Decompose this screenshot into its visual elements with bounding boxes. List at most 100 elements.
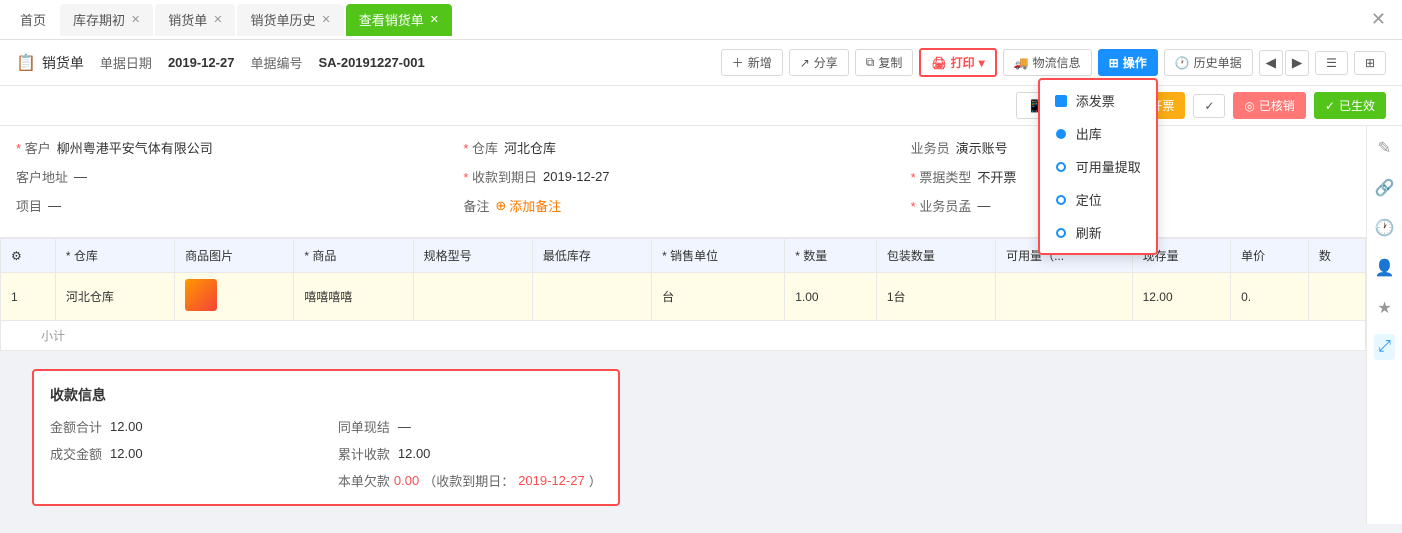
tab-bar: 首页 库存期初 ✕ 销货单 ✕ 销货单历史 ✕ 查看销货单 ✕ ✕ — [0, 0, 1402, 40]
close-tab-inventory[interactable]: ✕ — [131, 13, 140, 26]
form-area: * 客户 柳州粤港平安气体有限公司 * 仓库 河北仓库 业务员 演示账号 客户地… — [0, 126, 1366, 238]
row-available — [996, 273, 1133, 321]
add-note-button[interactable]: ⊕ 添加备注 — [495, 196, 561, 215]
tab-sales-history[interactable]: 销货单历史 ✕ — [237, 4, 343, 36]
col-qty: * 数量 — [785, 239, 877, 273]
view-toggle-list[interactable]: ☰ — [1315, 51, 1348, 75]
product-table: ⚙ * 仓库 商品图片 * 商品 规格型号 最低库存 * 销售单位 * 数量 包… — [0, 238, 1366, 351]
square-icon — [1054, 94, 1068, 108]
cancel-circle-icon: ◎ — [1244, 99, 1254, 113]
main-content: * 客户 柳州粤港平安气体有限公司 * 仓库 河北仓库 业务员 演示账号 客户地… — [0, 126, 1402, 524]
payment-cumulative-row: 累计收款 12.00 — [338, 444, 602, 463]
effective-check-icon: ✓ — [1325, 99, 1335, 113]
owed-value: 0.00 — [394, 473, 419, 488]
doc-title: 📋 销货单 — [16, 53, 84, 73]
doc-title-text: 销货单 — [42, 53, 84, 73]
tab-inventory-init[interactable]: 库存期初 ✕ — [60, 4, 153, 36]
payment-area: 收款信息 金额合计 12.00 同单现结 — 成交金额 12.00 — [0, 351, 1366, 524]
sidebar-icon-link[interactable]: 🔗 — [1371, 174, 1399, 202]
col-min-stock: 最低库存 — [532, 239, 651, 273]
ops-button[interactable]: ⊞ 操作 — [1098, 49, 1158, 76]
menu-locate[interactable]: 定位 — [1040, 183, 1156, 216]
sidebar-icon-user[interactable]: 👤 — [1371, 254, 1399, 282]
table-row: 1 河北仓库 嘻嘻嘻嘻 台 1.00 1台 12 — [1, 273, 1366, 321]
payment-deal-row: 成交金额 12.00 — [50, 444, 314, 463]
deal-label: 成交金额 — [50, 444, 102, 463]
view-toggle-grid[interactable]: ⊞ — [1354, 51, 1386, 75]
number-value: SA-20191227-001 — [318, 55, 424, 70]
next-button[interactable]: ▶ — [1285, 50, 1309, 76]
tab-view-sales[interactable]: 查看销货单 ✕ — [346, 4, 452, 36]
address-field: 客户地址 — — [16, 167, 455, 186]
print-button[interactable]: 🖨 打印 ▾ — [919, 48, 996, 77]
row-spec — [413, 273, 532, 321]
deal-value: 12.00 — [110, 446, 143, 461]
content-area: * 客户 柳州粤港平安气体有限公司 * 仓库 河北仓库 业务员 演示账号 客户地… — [0, 126, 1366, 524]
toolbar-row: 📱 来自手机 未开票 ✓ ◎ 已核销 ✓ 已生效 — [0, 86, 1402, 126]
already-effective-button[interactable]: ✓ 已生效 — [1314, 92, 1386, 119]
warehouse-value: 河北仓库 — [504, 138, 556, 157]
circle-outline-icon-1 — [1054, 160, 1068, 174]
close-tab-history[interactable]: ✕ — [322, 13, 331, 26]
total-value: 12.00 — [110, 419, 143, 434]
prev-button[interactable]: ◀ — [1259, 50, 1283, 76]
window-close-button[interactable]: ✕ — [1363, 9, 1394, 30]
sidebar-icon-edit[interactable]: ✎ — [1374, 134, 1395, 162]
menu-refresh[interactable]: 刷新 — [1040, 216, 1156, 249]
col-img: 商品图片 — [175, 239, 294, 273]
staff-value: 演示账号 — [956, 138, 1008, 157]
sidebar-icon-clock[interactable]: 🕐 — [1371, 214, 1399, 242]
same-order-label: 同单现结 — [338, 417, 390, 436]
check-icon: ✓ — [1204, 99, 1214, 113]
tab-sales-order[interactable]: 销货单 ✕ — [155, 4, 235, 36]
sidebar-icon-expand[interactable]: ⤢ — [1374, 334, 1395, 360]
grid-icon: ⊞ — [1109, 56, 1119, 70]
row-qty: 1.00 — [785, 273, 877, 321]
circle-solid-icon — [1054, 127, 1068, 141]
doc-icon: 📋 — [16, 53, 36, 73]
copy-button[interactable]: ⧉ 复制 — [855, 49, 914, 76]
history-button[interactable]: 🕐 历史单据 — [1164, 49, 1253, 76]
tab-home[interactable]: 首页 — [8, 10, 58, 29]
payment-date-value: 2019-12-27 — [543, 169, 610, 184]
menu-available-qty[interactable]: 可用量提取 — [1040, 150, 1156, 183]
close-tab-sales[interactable]: ✕ — [213, 13, 222, 26]
settings-icon: ⚙ — [11, 249, 22, 263]
col-spec: 规格型号 — [413, 239, 532, 273]
menu-outbound[interactable]: 出库 — [1040, 117, 1156, 150]
row-current-qty: 12.00 — [1132, 273, 1231, 321]
customer-value: 柳州粤港平安气体有限公司 — [57, 138, 213, 157]
payment-title: 收款信息 — [50, 385, 602, 405]
number-label: 单据编号 — [250, 53, 302, 72]
sidebar-icon-star[interactable]: ★ — [1373, 294, 1395, 322]
table-header-row: ⚙ * 仓库 商品图片 * 商品 规格型号 最低库存 * 销售单位 * 数量 包… — [1, 239, 1366, 273]
truck-icon: 🚚 — [1014, 56, 1029, 70]
row-min-stock — [532, 273, 651, 321]
subtotal-label: 小计 — [1, 321, 1366, 351]
customer-field: * 客户 柳州粤港平安气体有限公司 — [16, 138, 455, 157]
owed-note: （收款到期日： — [423, 471, 514, 490]
total-label: 金额合计 — [50, 417, 102, 436]
close-tab-view-sales[interactable]: ✕ — [430, 13, 439, 26]
nav-arrows: ◀ ▶ — [1259, 50, 1310, 76]
warehouse-field: * 仓库 河北仓库 — [463, 138, 902, 157]
doc-header: 📋 销货单 单据日期 2019-12-27 单据编号 SA-20191227-0… — [0, 40, 1402, 86]
logistics-button[interactable]: 🚚 物流信息 — [1003, 49, 1092, 76]
row-unit: 台 — [652, 273, 785, 321]
plus-circle-icon: ⊕ — [495, 198, 506, 214]
new-button[interactable]: ＋ 新增 — [721, 49, 783, 76]
col-price: 单价 — [1231, 239, 1309, 273]
col-warehouse: * 仓库 — [55, 239, 174, 273]
col-gear: ⚙ — [1, 239, 56, 273]
confirm-button[interactable]: ✓ — [1193, 94, 1225, 118]
already-cancelled-button[interactable]: ◎ 已核销 — [1233, 92, 1306, 119]
share-button[interactable]: ↗ 分享 — [789, 49, 849, 76]
row-pack-qty: 1台 — [876, 273, 995, 321]
menu-add-invoice[interactable]: 添发票 — [1040, 84, 1156, 117]
date-label: 单据日期 — [100, 53, 152, 72]
row-warehouse: 河北仓库 — [55, 273, 174, 321]
cumulative-label: 累计收款 — [338, 444, 390, 463]
owed-date: 2019-12-27 — [518, 473, 585, 488]
col-unit: * 销售单位 — [652, 239, 785, 273]
row-img — [175, 273, 294, 321]
